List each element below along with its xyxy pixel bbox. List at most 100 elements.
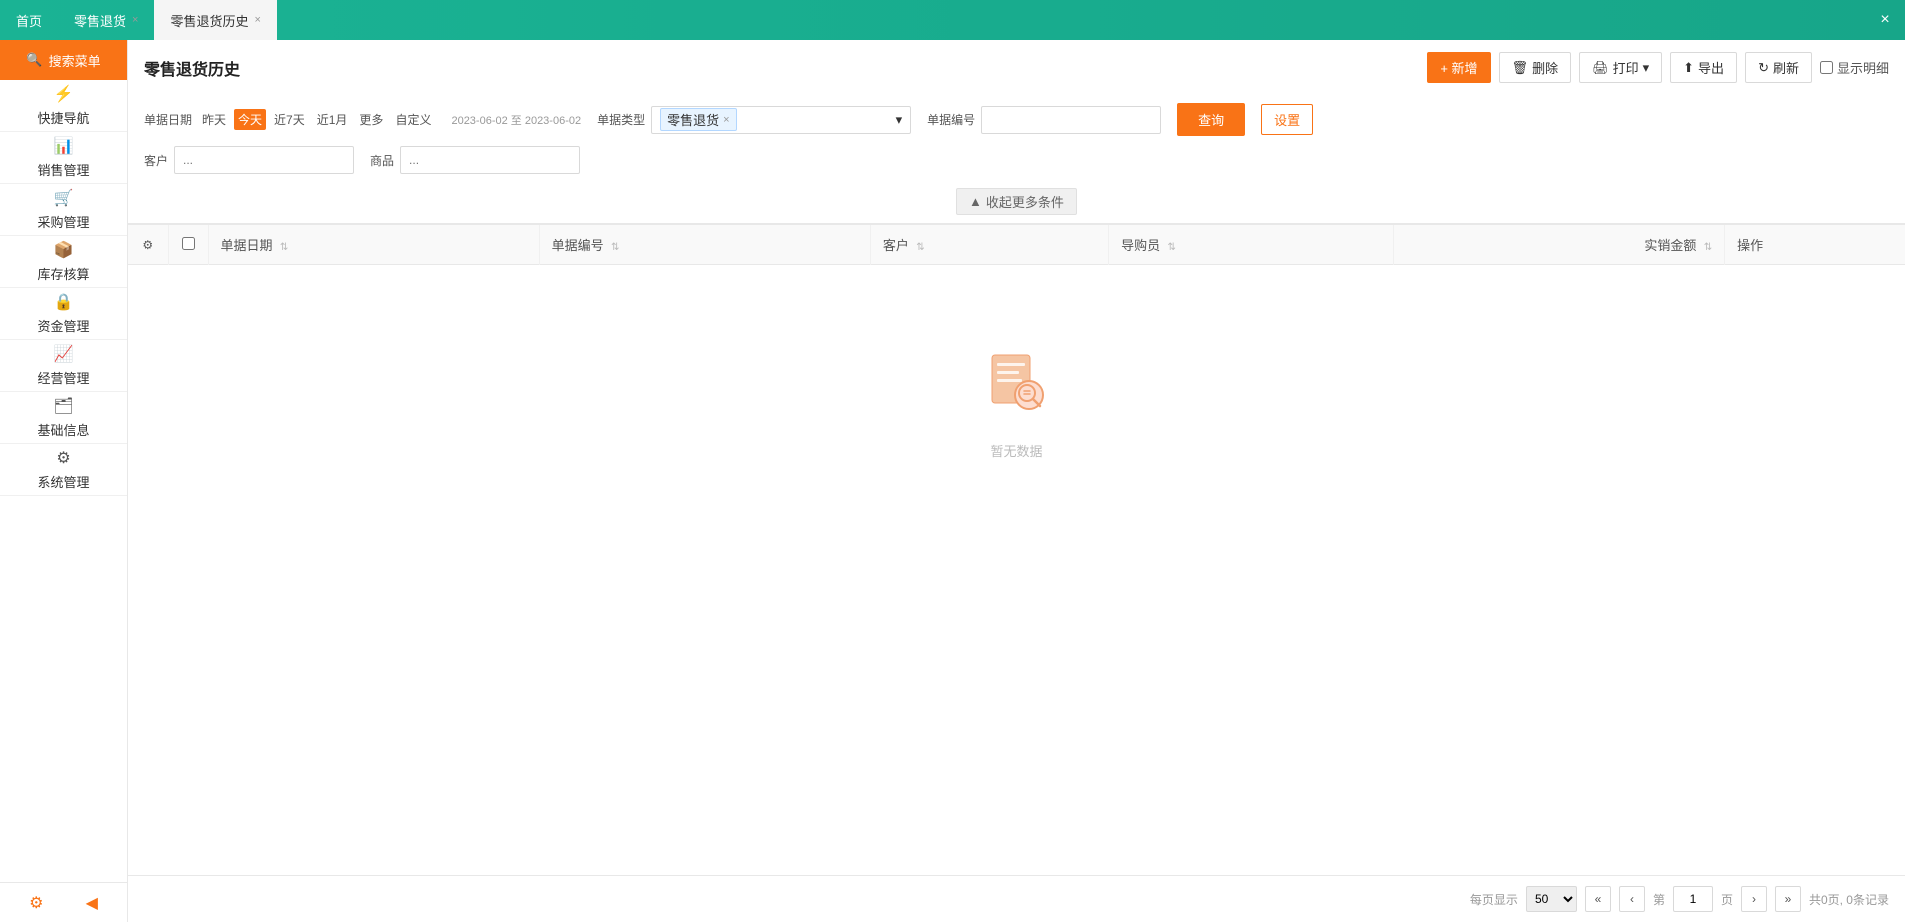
type-select-dropdown-icon: ▾ bbox=[896, 112, 903, 128]
empty-state: 暂无数据 bbox=[128, 265, 1905, 540]
collapse-row: ▲ 收起更多条件 bbox=[144, 184, 1889, 223]
sidebar-item-inventory[interactable]: 📦 库存核算 bbox=[0, 236, 127, 288]
per-page-select[interactable]: 50 10 20 100 bbox=[1526, 886, 1577, 912]
goods-input[interactable] bbox=[400, 146, 580, 174]
tab-retail-return-history[interactable]: 零售退货历史 × bbox=[154, 0, 276, 40]
date-options: 昨天 今天 近7天 近1月 更多 自定义 bbox=[198, 109, 435, 130]
goods-filter: 商品 bbox=[370, 146, 580, 174]
collapse-up-icon: ▲ bbox=[969, 194, 982, 209]
print-button-label: 打印 bbox=[1613, 58, 1639, 77]
refresh-button[interactable]: ↻ 刷新 bbox=[1745, 52, 1812, 83]
th-guide: 导购员 ⇅ bbox=[1109, 225, 1394, 265]
purchase-mgmt-icon: 🛒 bbox=[54, 188, 74, 208]
tab-retail-return-close[interactable]: × bbox=[132, 14, 138, 26]
date-filter: 单据日期 昨天 今天 近7天 近1月 更多 自定义 bbox=[144, 109, 435, 130]
th-guide-sort-icon[interactable]: ⇅ bbox=[1168, 242, 1176, 253]
goods-label: 商品 bbox=[370, 152, 394, 169]
th-settings[interactable]: ⚙ bbox=[128, 225, 168, 265]
filter-row-2: 客户 商品 bbox=[144, 146, 1889, 174]
th-amount-label: 实销金额 bbox=[1644, 238, 1696, 253]
sidebar: 🔍 搜索菜单 ⚡ 快捷导航 📊 销售管理 🛒 采购管理 📦 库存核算 🔒 资金管… bbox=[0, 40, 128, 922]
filter-area: 单据日期 昨天 今天 近7天 近1月 更多 自定义 2023-06-02 至 2… bbox=[144, 95, 1889, 223]
data-table: ⚙ 单据日期 ⇅ 单据编号 ⇅ 客户 bbox=[128, 225, 1905, 265]
page-number-input[interactable] bbox=[1673, 886, 1713, 912]
page-next-button[interactable]: › bbox=[1741, 886, 1767, 912]
sidebar-item-label: 采购管理 bbox=[37, 212, 89, 231]
th-number-sort-icon[interactable]: ⇅ bbox=[611, 242, 619, 253]
date-label: 单据日期 bbox=[144, 111, 192, 128]
query-button[interactable]: 查询 bbox=[1177, 103, 1245, 136]
number-input[interactable] bbox=[981, 106, 1161, 134]
page-title-row: 零售退货历史 + 新增 🗑 删除 🖨 打印 ▾ ⬆ bbox=[144, 52, 1889, 83]
th-checkbox[interactable] bbox=[168, 225, 208, 265]
delete-button-label: 删除 bbox=[1532, 58, 1558, 77]
sidebar-item-system-mgmt[interactable]: ⚙ 系统管理 bbox=[0, 444, 127, 496]
filter-row-1: 单据日期 昨天 今天 近7天 近1月 更多 自定义 2023-06-02 至 2… bbox=[144, 103, 1889, 136]
tab-retail-return[interactable]: 零售退货 × bbox=[58, 0, 154, 40]
collapse-sidebar-icon[interactable]: ◀ bbox=[86, 893, 98, 913]
export-icon: ⬆ bbox=[1683, 60, 1694, 76]
customer-filter: 客户 bbox=[144, 146, 354, 174]
settings-bottom-icon[interactable]: ⚙ bbox=[29, 893, 43, 913]
page-last-button[interactable]: » bbox=[1775, 886, 1801, 912]
sidebar-item-label: 资金管理 bbox=[37, 316, 89, 335]
content-area: 零售退货历史 + 新增 🗑 删除 🖨 打印 ▾ ⬆ bbox=[128, 40, 1905, 922]
table-container: ⚙ 单据日期 ⇅ 单据编号 ⇅ 客户 bbox=[128, 224, 1905, 875]
refresh-icon: ↻ bbox=[1758, 60, 1769, 76]
th-number: 单据编号 ⇅ bbox=[539, 225, 870, 265]
th-action: 操作 bbox=[1725, 225, 1905, 265]
search-icon: 🔍 bbox=[26, 52, 42, 68]
display-toggle-checkbox[interactable] bbox=[1820, 61, 1833, 74]
tab-home[interactable]: 首页 bbox=[0, 0, 58, 40]
sidebar-item-label: 系统管理 bbox=[37, 472, 89, 491]
date-opt-today[interactable]: 今天 bbox=[234, 109, 266, 130]
new-button-label: + 新增 bbox=[1440, 58, 1477, 77]
page-label: 第 bbox=[1653, 891, 1665, 908]
select-all-checkbox[interactable] bbox=[182, 237, 195, 250]
query-button-label: 查询 bbox=[1198, 110, 1224, 129]
date-opt-1month[interactable]: 近1月 bbox=[313, 109, 352, 130]
sidebar-search-label: 搜索菜单 bbox=[49, 51, 101, 70]
settings-button-label: 设置 bbox=[1274, 110, 1300, 129]
display-toggle[interactable]: 显示明细 bbox=[1820, 58, 1889, 77]
settings-button[interactable]: 设置 bbox=[1261, 104, 1313, 135]
page-title: 零售退货历史 bbox=[144, 56, 240, 80]
sidebar-item-purchase-mgmt[interactable]: 🛒 采购管理 bbox=[0, 184, 127, 236]
finance-icon: 🔒 bbox=[54, 292, 74, 312]
sidebar-item-operations[interactable]: 📈 经营管理 bbox=[0, 340, 127, 392]
print-button[interactable]: 🖨 打印 ▾ bbox=[1579, 52, 1662, 83]
date-range-display: 2023-06-02 至 2023-06-02 bbox=[451, 112, 581, 128]
th-customer-sort-icon[interactable]: ⇅ bbox=[916, 242, 924, 253]
type-select[interactable]: 零售退货 × ▾ bbox=[651, 106, 911, 134]
sidebar-item-quick-nav[interactable]: ⚡ 快捷导航 bbox=[0, 80, 127, 132]
date-opt-7days[interactable]: 近7天 bbox=[270, 109, 309, 130]
sidebar-item-sales-mgmt[interactable]: 📊 销售管理 bbox=[0, 132, 127, 184]
page-first-button[interactable]: « bbox=[1585, 886, 1611, 912]
page-prev-button[interactable]: ‹ bbox=[1619, 886, 1645, 912]
page-header: 零售退货历史 + 新增 🗑 删除 🖨 打印 ▾ ⬆ bbox=[128, 40, 1905, 224]
sidebar-search-button[interactable]: 🔍 搜索菜单 bbox=[0, 40, 127, 80]
type-select-tag-close[interactable]: × bbox=[723, 114, 729, 126]
page-unit: 页 bbox=[1721, 891, 1733, 908]
export-button[interactable]: ⬆ 导出 bbox=[1670, 52, 1737, 83]
date-opt-yesterday[interactable]: 昨天 bbox=[198, 109, 230, 130]
sidebar-item-label: 经营管理 bbox=[37, 368, 89, 387]
toolbar-buttons: + 新增 🗑 删除 🖨 打印 ▾ ⬆ 导出 bbox=[1427, 52, 1889, 83]
per-page-label: 每页显示 bbox=[1470, 891, 1518, 908]
date-opt-custom[interactable]: 自定义 bbox=[391, 109, 435, 130]
collapse-button[interactable]: ▲ 收起更多条件 bbox=[956, 188, 1077, 215]
customer-input[interactable] bbox=[174, 146, 354, 174]
basic-info-icon: 🗂 bbox=[53, 396, 73, 416]
sidebar-item-basic-info[interactable]: 🗂 基础信息 bbox=[0, 392, 127, 444]
tab-retail-return-history-close[interactable]: × bbox=[254, 14, 260, 26]
display-toggle-label: 显示明细 bbox=[1837, 58, 1889, 77]
new-button[interactable]: + 新增 bbox=[1427, 52, 1490, 83]
th-amount-sort-icon[interactable]: ⇅ bbox=[1704, 242, 1712, 253]
date-opt-more[interactable]: 更多 bbox=[355, 109, 387, 130]
type-select-tag-text: 零售退货 bbox=[667, 110, 719, 129]
window-close-button[interactable]: × bbox=[1865, 0, 1905, 40]
delete-button[interactable]: 🗑 删除 bbox=[1499, 52, 1572, 83]
th-date-sort-icon[interactable]: ⇅ bbox=[280, 242, 288, 253]
th-action-label: 操作 bbox=[1737, 238, 1763, 253]
sidebar-item-finance[interactable]: 🔒 资金管理 bbox=[0, 288, 127, 340]
